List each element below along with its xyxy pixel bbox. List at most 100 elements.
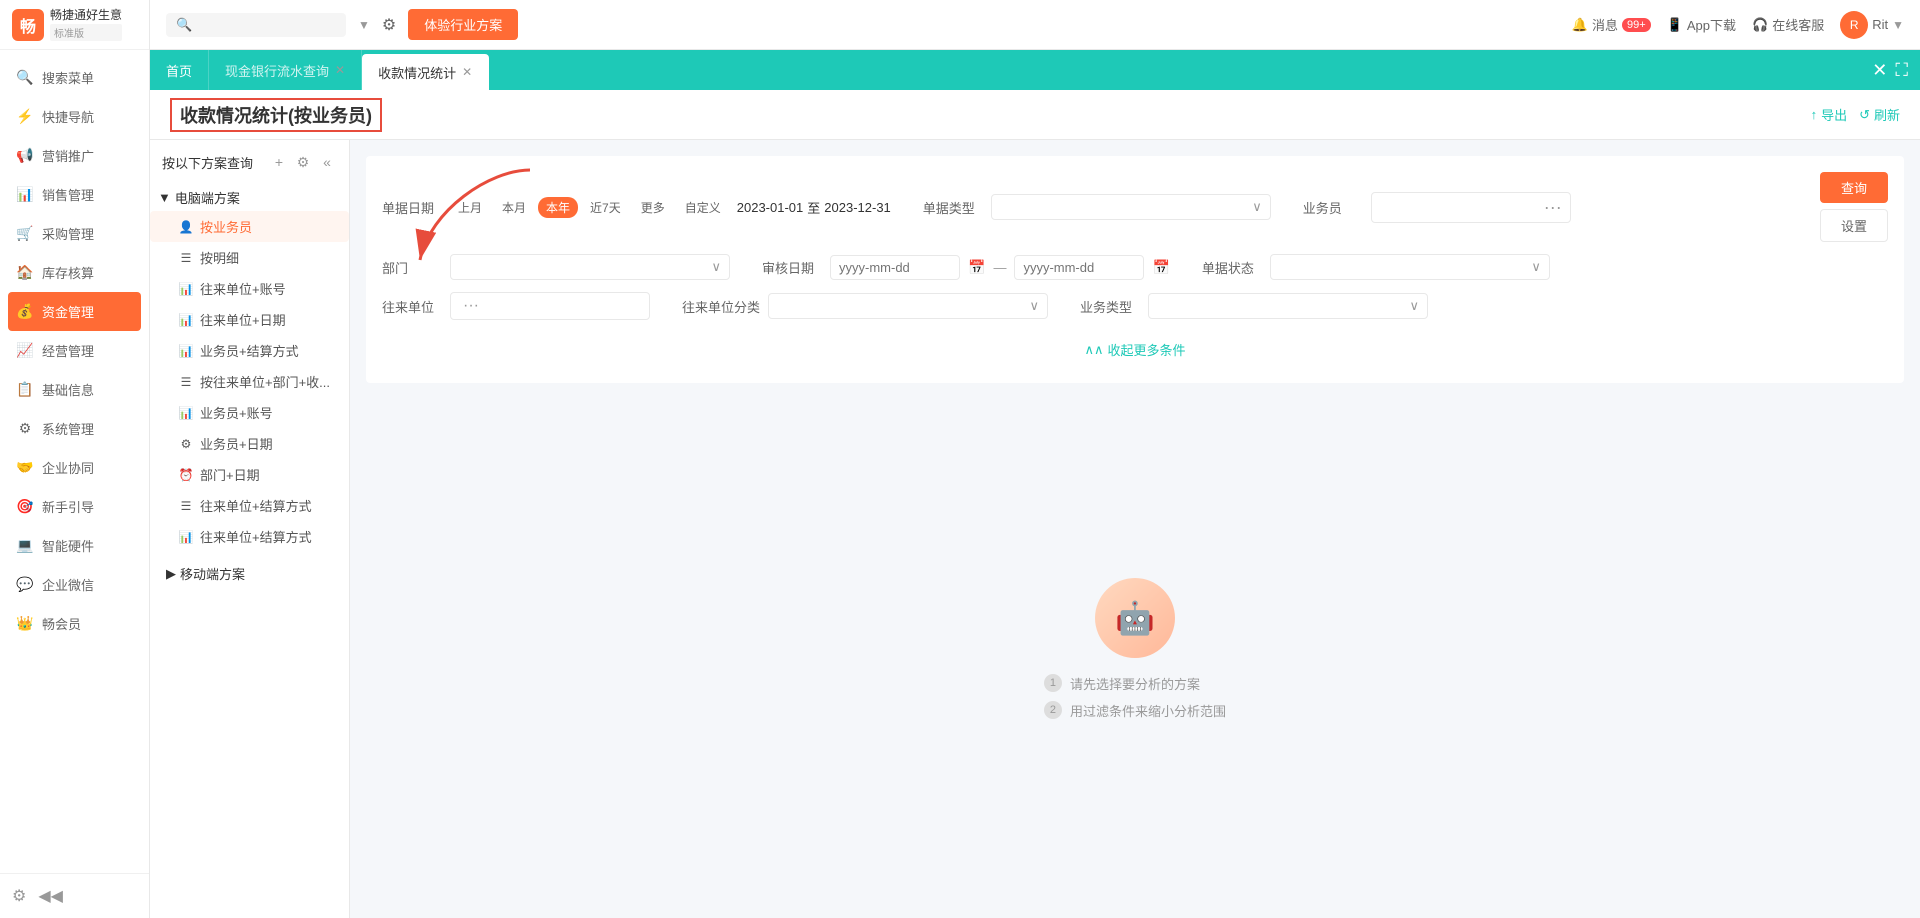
sidebar-item-cooperation[interactable]: 🤝 企业协同 xyxy=(0,448,149,487)
plan-item-dept-date[interactable]: ⏰ 部门+日期 xyxy=(150,459,349,490)
plan-group-mobile-header[interactable]: ▶ 移动端方案 xyxy=(158,560,341,587)
filter-date-item: 单据日期 上月 本月 本年 近7天 更多 自定义 2023-01-01 至 xyxy=(382,197,891,218)
date-tab-this-month[interactable]: 本月 xyxy=(494,197,534,218)
date-tab-this-year[interactable]: 本年 xyxy=(538,197,578,218)
filter-salesperson-item: 业务员 ··· xyxy=(1303,192,1571,223)
panel-collapse-icon[interactable]: « xyxy=(317,152,337,172)
topbar-right: 🔔 消息 99+ 📱 App下载 🎧 在线客服 R Rit ▼ xyxy=(1572,11,1904,39)
collapse-sidebar-icon[interactable]: ◀◀ xyxy=(38,886,63,906)
online-service-button[interactable]: 🎧 在线客服 xyxy=(1752,15,1824,34)
plan-item-unit-settle2[interactable]: 📊 往来单位+结算方式 xyxy=(150,521,349,552)
panel-header-label: 按以下方案查询 xyxy=(162,153,253,172)
biztype-chevron-icon: ∨ xyxy=(1410,298,1420,314)
plan-item-by-salesperson[interactable]: 👤 按业务员 xyxy=(150,211,349,242)
sidebar-item-quicknav[interactable]: ⚡ 快捷导航 xyxy=(0,97,149,136)
salesperson-select[interactable]: ··· xyxy=(1371,192,1571,223)
plan-item-by-detail[interactable]: ☰ 按明细 xyxy=(150,242,349,273)
tab-bank[interactable]: 现金银行流水查询 ✕ xyxy=(209,50,362,90)
sidebar-item-hardware[interactable]: 💻 智能硬件 xyxy=(0,526,149,565)
dept-select[interactable]: ∨ xyxy=(450,254,730,280)
sidebar-item-guide[interactable]: 🎯 新手引导 xyxy=(0,487,149,526)
refresh-button[interactable]: ↺ 刷新 xyxy=(1859,105,1900,124)
date-tab-last7[interactable]: 近7天 xyxy=(582,197,629,218)
sidebar-tag: 标准版 xyxy=(50,24,122,41)
partner-cat-select[interactable]: ∨ xyxy=(768,293,1048,319)
table2-icon: 📊 xyxy=(178,312,194,328)
tab-bank-close-icon[interactable]: ✕ xyxy=(335,63,345,77)
docstatus-select[interactable]: ∨ xyxy=(1270,254,1550,280)
plan-item-unit-account[interactable]: 📊 往来单位+账号 xyxy=(150,273,349,304)
biztype-select[interactable]: ∨ xyxy=(1148,293,1428,319)
partner-select[interactable]: ··· xyxy=(450,292,650,320)
refresh-icon: ↺ xyxy=(1859,107,1870,123)
topbar-gear-icon[interactable]: ⚙ xyxy=(382,15,396,35)
tab-receipt[interactable]: 收款情况统计 ✕ xyxy=(362,54,489,90)
tabbar: 首页 现金银行流水查询 ✕ 收款情况统计 ✕ ✕ ⛶ xyxy=(150,50,1920,90)
table-icon: 📊 xyxy=(178,281,194,297)
query-button[interactable]: 查询 xyxy=(1820,172,1888,203)
plan-item-label: 业务员+日期 xyxy=(200,434,273,453)
sidebar-item-finance[interactable]: 💰 资金管理 xyxy=(8,292,141,331)
topbar-search[interactable]: 🔍 xyxy=(166,13,346,37)
try-industry-button[interactable]: 体验行业方案 xyxy=(408,9,518,40)
mobile-icon: 📱 xyxy=(1667,17,1683,33)
target-icon: 🎯 xyxy=(16,498,34,516)
plan-section-mobile: ▶ 移动端方案 xyxy=(150,556,349,591)
calendar-start-icon[interactable]: 📅 xyxy=(968,259,985,276)
tab-home[interactable]: 首页 xyxy=(150,50,209,90)
date-tab-custom[interactable]: 自定义 xyxy=(677,197,729,218)
plan-item-unit-settle1[interactable]: ☰ 往来单位+结算方式 xyxy=(150,490,349,521)
chevron-right-icon: ▶ xyxy=(166,566,176,582)
tab-receipt-close-icon[interactable]: ✕ xyxy=(462,65,472,79)
tab-close-all-icon[interactable]: ✕ xyxy=(1872,60,1887,81)
plan-item-unit-dept[interactable]: ☰ 按往来单位+部门+收... xyxy=(150,366,349,397)
app-download-button[interactable]: 📱 App下载 xyxy=(1667,15,1736,34)
settings-button[interactable]: 设置 xyxy=(1820,209,1888,242)
sidebar-item-search[interactable]: 🔍 搜索菜单 xyxy=(0,58,149,97)
notifications-button[interactable]: 🔔 消息 99+ xyxy=(1572,15,1651,34)
doctype-select[interactable]: ∨ xyxy=(991,194,1271,220)
empty-tips: 1 请先选择要分析的方案 2 用过滤条件来缩小分析范围 xyxy=(1044,674,1226,720)
sidebar-item-baseinfo[interactable]: 📋 基础信息 xyxy=(0,370,149,409)
review-date-start-input[interactable] xyxy=(830,255,960,280)
clock-icon: ⏰ xyxy=(178,467,194,483)
date-tab-last-month[interactable]: 上月 xyxy=(450,197,490,218)
calendar-end-icon[interactable]: 📅 xyxy=(1152,259,1169,276)
add-plan-button[interactable]: + xyxy=(269,152,289,172)
search-chevron-icon[interactable]: ▼ xyxy=(358,18,370,32)
collapse-bar[interactable]: ∧∧ 收起更多条件 xyxy=(382,332,1888,367)
sidebar-item-vip[interactable]: 👑 畅会员 xyxy=(0,604,149,643)
sidebar-item-sales[interactable]: 📊 销售管理 xyxy=(0,175,149,214)
partner-more-icon[interactable]: ··· xyxy=(463,297,479,315)
review-date-end-input[interactable] xyxy=(1014,255,1144,280)
plan-group-desktop-header[interactable]: ▼ 电脑端方案 xyxy=(150,184,349,211)
sidebar-item-system[interactable]: ⚙ 系统管理 xyxy=(0,409,149,448)
sidebar-item-inventory[interactable]: 🏠 库存核算 xyxy=(0,253,149,292)
plan-item-salesperson-date[interactable]: ⚙ 业务员+日期 xyxy=(150,428,349,459)
tip-num-1: 1 xyxy=(1044,674,1062,692)
handshake-icon: 🤝 xyxy=(16,459,34,477)
tab-fullscreen-icon[interactable]: ⛶ xyxy=(1895,60,1908,81)
logo-icon: 畅 xyxy=(12,9,44,41)
sidebar-item-label: 营销推广 xyxy=(42,146,94,165)
tab-actions: ✕ ⛶ xyxy=(1872,60,1920,81)
trend-icon: 📈 xyxy=(16,342,34,360)
date-tab-more[interactable]: 更多 xyxy=(633,197,673,218)
dept-label: 部门 xyxy=(382,258,442,277)
export-button[interactable]: ↑ 导出 xyxy=(1811,105,1848,124)
crown-icon: 👑 xyxy=(16,615,34,633)
plan-item-unit-date[interactable]: 📊 往来单位+日期 xyxy=(150,304,349,335)
plan-item-salesperson-settle[interactable]: 📊 业务员+结算方式 xyxy=(150,335,349,366)
sidebar-item-purchase[interactable]: 🛒 采购管理 xyxy=(0,214,149,253)
empty-state: 🤖 1 请先选择要分析的方案 2 用过滤条件来缩小分析范围 xyxy=(366,395,1904,902)
plan-settings-icon[interactable]: ⚙ xyxy=(293,152,313,172)
collapse-label: 收起更多条件 xyxy=(1108,340,1186,359)
sidebar-item-operation[interactable]: 📈 经营管理 xyxy=(0,331,149,370)
sidebar-item-marketing[interactable]: 📢 营销推广 xyxy=(0,136,149,175)
user-area[interactable]: R Rit ▼ xyxy=(1840,11,1904,39)
sidebar-item-wechat[interactable]: 💬 企业微信 xyxy=(0,565,149,604)
settings-bottom-icon[interactable]: ⚙ xyxy=(12,886,26,906)
panel-header: 按以下方案查询 + ⚙ « xyxy=(150,152,349,180)
topbar: 🔍 ▼ ⚙ 体验行业方案 🔔 消息 99+ 📱 App下载 🎧 在线客服 R R… xyxy=(150,0,1920,50)
plan-item-salesperson-account[interactable]: 📊 业务员+账号 xyxy=(150,397,349,428)
